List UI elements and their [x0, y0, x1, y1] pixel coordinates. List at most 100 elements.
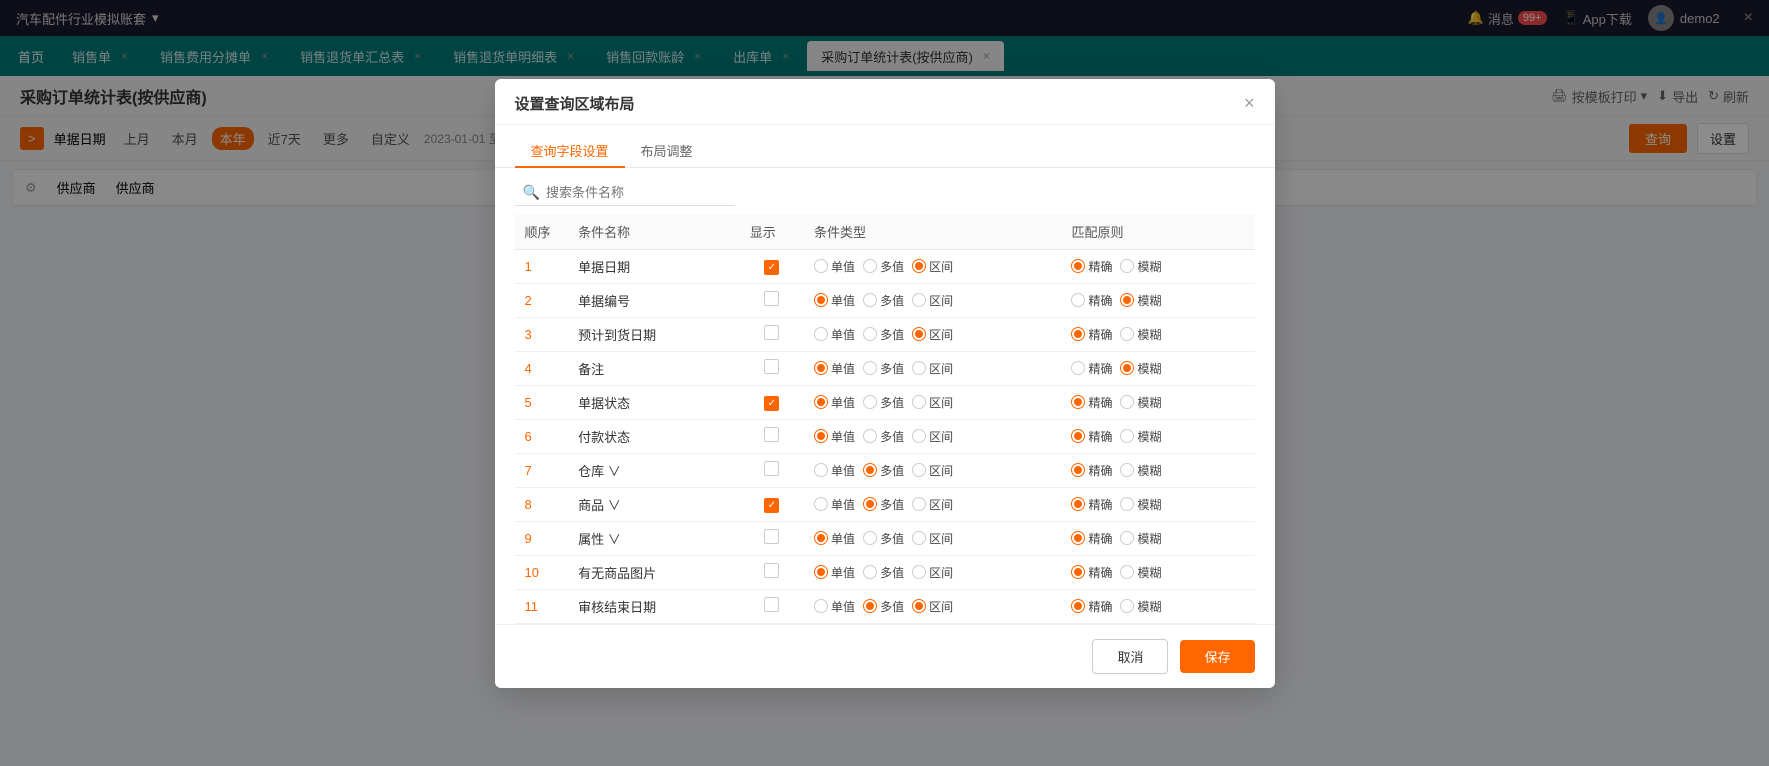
- radio-match-7-1[interactable]: 模糊: [1120, 496, 1161, 513]
- radio-circle-type-0-0: [814, 259, 828, 273]
- radio-type-4-0[interactable]: 单值: [814, 394, 855, 411]
- th-name: 条件名称: [568, 214, 740, 250]
- checkbox-show-3[interactable]: [764, 359, 779, 374]
- cell-show-1[interactable]: [740, 283, 804, 317]
- radio-match-10-1[interactable]: 模糊: [1120, 598, 1161, 615]
- radio-match-9-1[interactable]: 模糊: [1120, 564, 1161, 581]
- radio-type-8-2[interactable]: 区间: [912, 530, 953, 547]
- save-button[interactable]: 保存: [1180, 640, 1254, 673]
- cell-show-0[interactable]: [740, 249, 804, 283]
- radio-match-1-0[interactable]: 精确: [1071, 292, 1112, 309]
- checkbox-show-4[interactable]: [764, 396, 779, 411]
- radio-type-7-0[interactable]: 单值: [814, 496, 855, 513]
- radio-match-8-0[interactable]: 精确: [1071, 530, 1112, 547]
- radio-match-3-1[interactable]: 模糊: [1120, 360, 1161, 377]
- radio-type-7-1[interactable]: 多值: [863, 496, 904, 513]
- checkbox-show-8[interactable]: [764, 529, 779, 544]
- radio-circle-type-9-1: [863, 565, 877, 579]
- cell-show-3[interactable]: [740, 351, 804, 385]
- cell-show-8[interactable]: [740, 521, 804, 555]
- radio-type-0-0[interactable]: 单值: [814, 258, 855, 275]
- checkbox-show-2[interactable]: [764, 325, 779, 340]
- cell-show-2[interactable]: [740, 317, 804, 351]
- radio-match-8-1[interactable]: 模糊: [1120, 530, 1161, 547]
- radio-match-0-0[interactable]: 精确: [1071, 258, 1112, 275]
- cell-show-6[interactable]: [740, 453, 804, 487]
- radio-label-type-8-0: 单值: [831, 530, 855, 547]
- radio-match-10-0[interactable]: 精确: [1071, 598, 1112, 615]
- radio-type-3-0[interactable]: 单值: [814, 360, 855, 377]
- radio-match-4-0[interactable]: 精确: [1071, 394, 1112, 411]
- radio-type-10-0[interactable]: 单值: [814, 598, 855, 615]
- cancel-button[interactable]: 取消: [1092, 639, 1168, 674]
- radio-type-5-1[interactable]: 多值: [863, 428, 904, 445]
- cell-show-7[interactable]: [740, 487, 804, 521]
- checkbox-show-1[interactable]: [764, 291, 779, 306]
- radio-match-3-0[interactable]: 精确: [1071, 360, 1112, 377]
- radio-type-4-2[interactable]: 区间: [912, 394, 953, 411]
- radio-type-7-2[interactable]: 区间: [912, 496, 953, 513]
- modal-overlay: 设置查询区域布局 × 查询字段设置 布局调整 🔍 顺序: [0, 0, 1769, 766]
- cell-show-4[interactable]: [740, 385, 804, 419]
- radio-group-match-5: 精确模糊: [1071, 428, 1244, 445]
- radio-type-5-0[interactable]: 单值: [814, 428, 855, 445]
- cell-show-10[interactable]: [740, 589, 804, 623]
- radio-label-match-8-0: 精确: [1088, 530, 1112, 547]
- radio-match-2-1[interactable]: 模糊: [1120, 326, 1161, 343]
- radio-type-2-1[interactable]: 多值: [863, 326, 904, 343]
- radio-type-9-0[interactable]: 单值: [814, 564, 855, 581]
- modal-close-button[interactable]: ×: [1244, 94, 1255, 112]
- radio-label-match-2-1: 模糊: [1137, 326, 1161, 343]
- radio-circle-match-10-1: [1120, 599, 1134, 613]
- cell-match-2: 精确 模糊: [1061, 317, 1254, 351]
- radio-match-4-1[interactable]: 模糊: [1120, 394, 1161, 411]
- checkbox-show-0[interactable]: [764, 260, 779, 275]
- checkbox-show-10[interactable]: [764, 597, 779, 612]
- radio-match-5-0[interactable]: 精确: [1071, 428, 1112, 445]
- radio-match-9-0[interactable]: 精确: [1071, 564, 1112, 581]
- radio-match-5-1[interactable]: 模糊: [1120, 428, 1161, 445]
- radio-type-2-2[interactable]: 区间: [912, 326, 953, 343]
- checkbox-show-5[interactable]: [764, 427, 779, 442]
- radio-type-9-2[interactable]: 区间: [912, 564, 953, 581]
- radio-match-6-0[interactable]: 精确: [1071, 462, 1112, 479]
- checkbox-show-7[interactable]: [764, 498, 779, 513]
- modal-tab-fields[interactable]: 查询字段设置: [515, 135, 625, 168]
- radio-type-3-1[interactable]: 多值: [863, 360, 904, 377]
- radio-type-2-0[interactable]: 单值: [814, 326, 855, 343]
- radio-type-8-1[interactable]: 多值: [863, 530, 904, 547]
- radio-match-1-1[interactable]: 模糊: [1120, 292, 1161, 309]
- radio-type-10-1[interactable]: 多值: [863, 598, 904, 615]
- radio-match-6-1[interactable]: 模糊: [1120, 462, 1161, 479]
- cell-show-9[interactable]: [740, 555, 804, 589]
- radio-type-10-2[interactable]: 区间: [912, 598, 953, 615]
- radio-match-2-0[interactable]: 精确: [1071, 326, 1112, 343]
- modal-title: 设置查询区域布局: [515, 93, 635, 114]
- radio-circle-type-5-2: [912, 429, 926, 443]
- checkbox-show-6[interactable]: [764, 461, 779, 476]
- radio-type-1-1[interactable]: 多值: [863, 292, 904, 309]
- radio-type-3-2[interactable]: 区间: [912, 360, 953, 377]
- radio-label-type-9-0: 单值: [831, 564, 855, 581]
- radio-type-6-0[interactable]: 单值: [814, 462, 855, 479]
- radio-type-0-2[interactable]: 区间: [912, 258, 953, 275]
- radio-type-1-2[interactable]: 区间: [912, 292, 953, 309]
- radio-match-7-0[interactable]: 精确: [1071, 496, 1112, 513]
- radio-type-5-2[interactable]: 区间: [912, 428, 953, 445]
- radio-type-0-1[interactable]: 多值: [863, 258, 904, 275]
- search-input[interactable]: [546, 185, 716, 200]
- radio-type-9-1[interactable]: 多值: [863, 564, 904, 581]
- radio-type-1-0[interactable]: 单值: [814, 292, 855, 309]
- checkbox-show-9[interactable]: [764, 563, 779, 578]
- radio-type-6-1[interactable]: 多值: [863, 462, 904, 479]
- radio-group-type-1: 单值多值区间: [814, 292, 1051, 309]
- radio-type-4-1[interactable]: 多值: [863, 394, 904, 411]
- radio-match-0-1[interactable]: 模糊: [1120, 258, 1161, 275]
- radio-type-8-0[interactable]: 单值: [814, 530, 855, 547]
- radio-type-6-2[interactable]: 区间: [912, 462, 953, 479]
- modal-tab-layout[interactable]: 布局调整: [625, 135, 709, 168]
- cell-show-5[interactable]: [740, 419, 804, 453]
- cell-match-0: 精确模糊: [1061, 249, 1254, 283]
- cell-seq-2: 3: [515, 317, 569, 351]
- cell-name-6: 仓库 ∨: [568, 453, 740, 487]
